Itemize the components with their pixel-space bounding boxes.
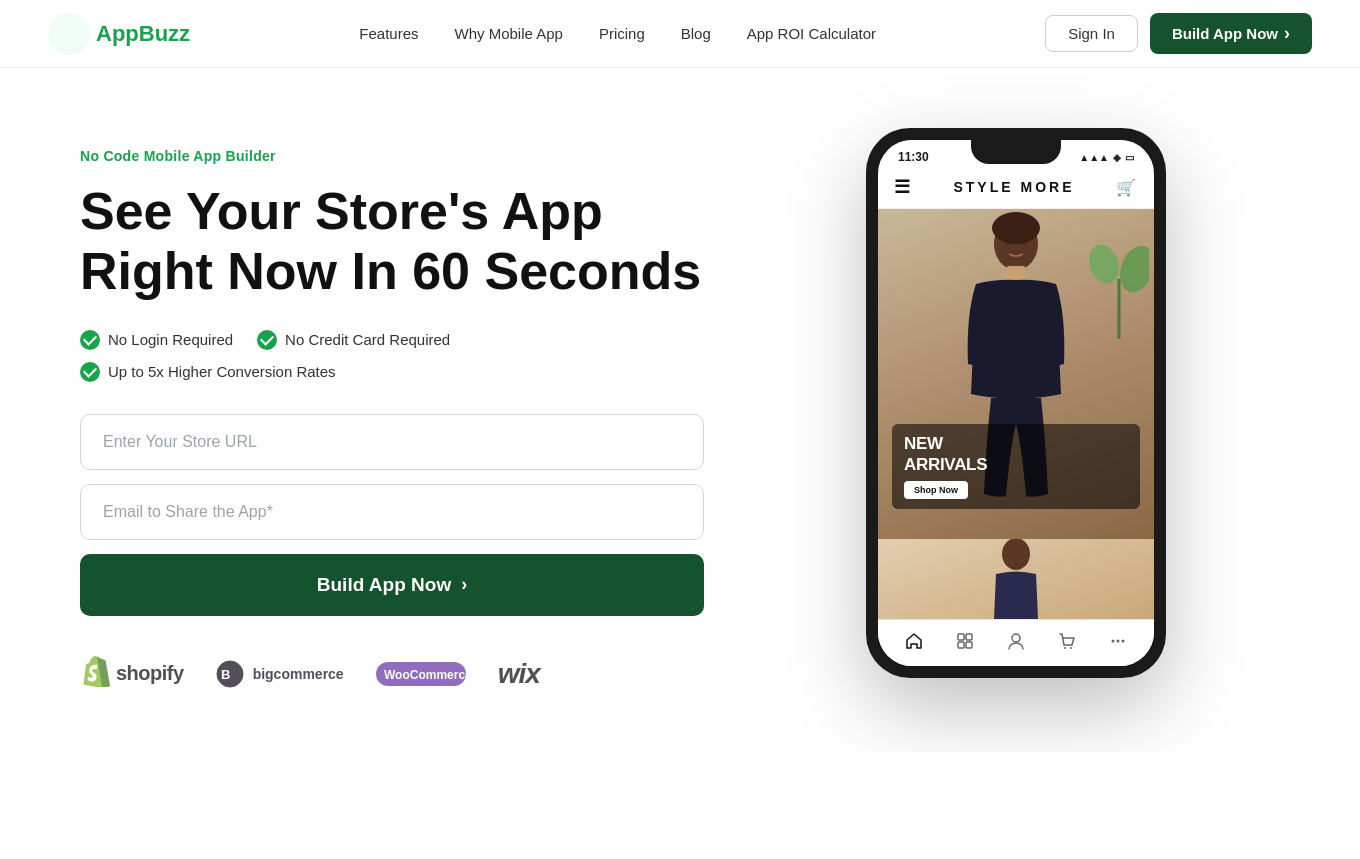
svg-point-9 — [1005, 239, 1011, 246]
hero-content: No Code Mobile App Builder See Your Stor… — [80, 128, 704, 692]
nav-roi[interactable]: App ROI Calculator — [747, 25, 876, 42]
svg-point-21 — [1070, 647, 1072, 649]
main-nav: Features Why Mobile App Pricing Blog App… — [359, 25, 876, 42]
hero-phone-area: 11:30 ▲▲▲ ◈ ▭ ☰ STYLE MORE 🛒 — [752, 128, 1280, 678]
nav-grid-icon — [954, 630, 976, 652]
wifi-icon: ◈ — [1113, 152, 1121, 163]
phone-notch — [971, 140, 1061, 164]
bigcommerce-label: bigcommerce — [253, 666, 344, 682]
feature-conversion: Up to 5x Higher Conversion Rates — [80, 362, 336, 382]
svg-point-7 — [992, 212, 1040, 244]
shopify-icon — [80, 653, 110, 694]
nav-more-icon — [1107, 630, 1129, 652]
shopify-logo: shopify — [80, 656, 184, 692]
check-icon — [80, 330, 100, 350]
cart-icon: 🛒 — [1116, 178, 1138, 197]
svg-rect-15 — [958, 634, 964, 640]
phone-screen: 11:30 ▲▲▲ ◈ ▭ ☰ STYLE MORE 🛒 — [878, 140, 1154, 666]
logo-bee-icon: 🐝 — [48, 13, 90, 55]
email-input[interactable] — [80, 484, 704, 540]
shopify-label: shopify — [116, 662, 184, 685]
hero-features: No Login Required No Credit Card Require… — [80, 330, 704, 382]
svg-rect-17 — [958, 642, 964, 648]
signal-icon: ▲▲▲ — [1079, 152, 1109, 163]
check-icon-3 — [80, 362, 100, 382]
battery-icon: ▭ — [1125, 152, 1134, 163]
check-icon-2 — [257, 330, 277, 350]
hero-section: No Code Mobile App Builder See Your Stor… — [0, 68, 1360, 752]
logo[interactable]: 🐝 AppBuzz — [48, 13, 190, 55]
cta-arrow-icon: › — [461, 574, 467, 595]
svg-point-22 — [1112, 640, 1115, 643]
svg-rect-18 — [966, 642, 972, 648]
store-url-input[interactable] — [80, 414, 704, 470]
phone-store-header: ☰ STYLE MORE 🛒 — [878, 170, 1154, 209]
hero-badge: No Code Mobile App Builder — [80, 148, 704, 164]
svg-rect-16 — [966, 634, 972, 640]
phone-bottom-strip — [878, 539, 1154, 619]
arrivals-banner: NEW ARRIVALS Shop Now — [892, 424, 1140, 509]
wix-logo: wix — [498, 656, 540, 692]
svg-point-23 — [1117, 640, 1120, 643]
wix-label: wix — [498, 658, 540, 690]
build-app-main-button[interactable]: Build App Now › — [80, 554, 704, 616]
feature-no-login: No Login Required — [80, 330, 233, 350]
partner-logos: shopify B bigcommerce WooCommerce wix — [80, 656, 704, 692]
svg-point-20 — [1064, 647, 1066, 649]
nav-pricing[interactable]: Pricing — [599, 25, 645, 42]
plant-icon — [1089, 219, 1149, 339]
woocommerce-icon: WooCommerce — [376, 662, 466, 686]
arrivals-title: NEW ARRIVALS — [904, 434, 1128, 475]
svg-point-14 — [1002, 539, 1030, 570]
nav-user-icon — [1005, 630, 1027, 652]
hero-form: Build App Now › — [80, 414, 704, 616]
feature-row-1: No Login Required No Credit Card Require… — [80, 330, 704, 350]
svg-text:B: B — [221, 667, 230, 682]
menu-icon: ☰ — [894, 176, 912, 198]
svg-point-24 — [1122, 640, 1125, 643]
signin-button[interactable]: Sign In — [1045, 15, 1138, 52]
arrow-icon: › — [1284, 23, 1290, 44]
header-actions: Sign In Build App Now › — [1045, 13, 1312, 54]
woocommerce-logo: WooCommerce — [376, 656, 466, 692]
feature-row-2: Up to 5x Higher Conversion Rates — [80, 362, 704, 382]
bigcommerce-icon: B — [216, 660, 244, 688]
phone-hero-image: NEW ARRIVALS Shop Now — [878, 209, 1154, 539]
nav-home-icon — [903, 630, 925, 652]
svg-point-0 — [48, 13, 90, 55]
phone-bottom-nav — [878, 619, 1154, 666]
svg-point-19 — [1012, 634, 1020, 642]
build-app-nav-button[interactable]: Build App Now › — [1150, 13, 1312, 54]
phone-mockup: 11:30 ▲▲▲ ◈ ▭ ☰ STYLE MORE 🛒 — [866, 128, 1166, 678]
phone-status-icons: ▲▲▲ ◈ ▭ — [1079, 152, 1134, 163]
hero-title: See Your Store's App Right Now In 60 Sec… — [80, 182, 704, 302]
nav-cart-icon — [1056, 630, 1078, 652]
phone-time: 11:30 — [898, 150, 929, 164]
logo-text: AppBuzz — [96, 21, 190, 47]
nav-blog[interactable]: Blog — [681, 25, 711, 42]
feature-no-card: No Credit Card Required — [257, 330, 450, 350]
bottom-model-icon — [976, 539, 1056, 619]
nav-features[interactable]: Features — [359, 25, 418, 42]
shop-now-btn: Shop Now — [904, 481, 968, 499]
nav-why-mobile[interactable]: Why Mobile App — [454, 25, 562, 42]
svg-point-10 — [1021, 239, 1027, 246]
svg-text:WooCommerce: WooCommerce — [384, 668, 466, 682]
bigcommerce-logo: B bigcommerce — [216, 656, 344, 692]
header: 🐝 AppBuzz Features Why Mobile App Pricin… — [0, 0, 1360, 68]
store-name: STYLE MORE — [953, 179, 1074, 195]
